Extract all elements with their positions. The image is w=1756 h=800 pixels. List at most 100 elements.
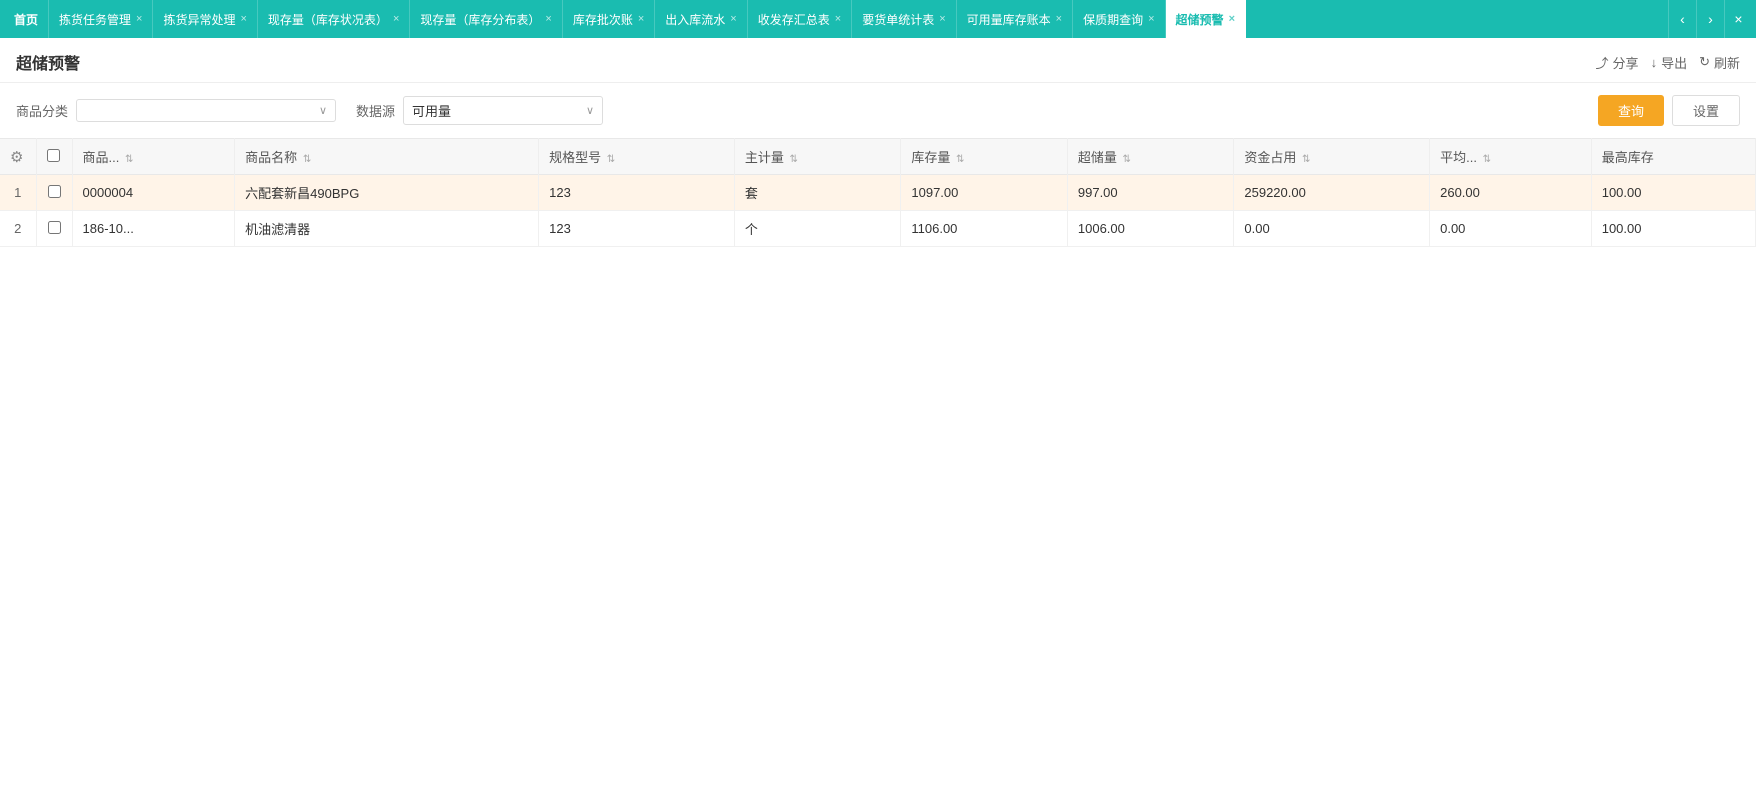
export-icon: ↓	[1651, 55, 1658, 70]
row-unit: 个	[734, 211, 901, 247]
close-tab-inout-flow-icon[interactable]: ×	[730, 13, 736, 25]
select-all-checkbox[interactable]	[47, 149, 60, 162]
th-product-name[interactable]: 商品名称 ⇅	[235, 139, 539, 175]
table-header-row: ⚙ 商品... ⇅ 商品名称 ⇅ 规格型号 ⇅	[0, 139, 1756, 175]
table-container: ⚙ 商品... ⇅ 商品名称 ⇅ 规格型号 ⇅	[0, 138, 1756, 247]
page-container: 超储预警 ⤴ 分享 ↓ 导出 ↻ 刷新 商品分类 ∨ 数据源	[0, 38, 1756, 800]
datasource-value: 可用量	[412, 101, 451, 120]
refresh-button[interactable]: ↻ 刷新	[1699, 53, 1740, 72]
th-overstock[interactable]: 超储量 ⇅	[1067, 139, 1234, 175]
sort-avg-icon: ⇅	[1483, 154, 1491, 165]
row-product-name: 机油滤清器	[235, 211, 539, 247]
sort-product-code-icon: ⇅	[125, 154, 133, 165]
nav-tab-order-stats[interactable]: 要货单统计表×	[852, 0, 956, 38]
row-checkbox-cell[interactable]	[36, 175, 72, 211]
nav-tab-quality-check[interactable]: 保质期查询×	[1073, 0, 1165, 38]
row-num: 2	[0, 211, 36, 247]
nav-tab-available-ledger[interactable]: 可用量库存账本×	[957, 0, 1073, 38]
row-capital: 0.00	[1234, 211, 1430, 247]
row-avg: 0.00	[1430, 211, 1592, 247]
category-chevron-icon: ∨	[319, 104, 327, 117]
row-product-code: 0000004	[72, 175, 235, 211]
nav-tab-batch[interactable]: 库存批次账×	[563, 0, 655, 38]
sort-stock-icon: ⇅	[956, 154, 964, 165]
row-avg: 260.00	[1430, 175, 1592, 211]
share-button[interactable]: ⤴ 分享	[1596, 53, 1639, 72]
refresh-label: 刷新	[1714, 53, 1740, 72]
category-label: 商品分类	[16, 101, 68, 120]
nav-tab-abnormal[interactable]: 拣货异常处理×	[153, 0, 257, 38]
nav-next-button[interactable]: ›	[1696, 0, 1724, 38]
datasource-chevron-icon: ∨	[586, 104, 594, 117]
th-capital[interactable]: 资金占用 ⇅	[1234, 139, 1430, 175]
sort-capital-icon: ⇅	[1302, 154, 1310, 165]
th-spec[interactable]: 规格型号 ⇅	[539, 139, 735, 175]
filter-bar: 商品分类 ∨ 数据源 可用量 ∨ 查询 设置	[0, 83, 1756, 138]
nav-tab-home[interactable]: 首页	[4, 0, 49, 38]
th-product-code[interactable]: 商品... ⇅	[72, 139, 235, 175]
share-icon: ⤴	[1596, 53, 1609, 72]
datasource-filter: 数据源 可用量 ∨	[356, 96, 603, 125]
close-tab-batch-icon[interactable]: ×	[638, 13, 644, 25]
table-row: 2 186-10... 机油滤清器 123 个 1106.00 1006.00 …	[0, 211, 1756, 247]
nav-tab-inventory-status[interactable]: 现存量（库存状况表）×	[258, 0, 410, 38]
sort-unit-icon: ⇅	[790, 154, 798, 165]
filter-actions: 查询 设置	[1598, 95, 1740, 126]
row-unit: 套	[734, 175, 901, 211]
row-max-stock: 100.00	[1591, 175, 1755, 211]
close-tab-abnormal-icon[interactable]: ×	[240, 13, 246, 25]
close-tab-inventory-status-icon[interactable]: ×	[393, 13, 399, 25]
row-num: 1	[0, 175, 36, 211]
export-button[interactable]: ↓ 导出	[1651, 53, 1688, 72]
row-spec: 123	[539, 211, 735, 247]
datasource-label: 数据源	[356, 101, 395, 120]
row-capital: 259220.00	[1234, 175, 1430, 211]
nav-tab-overstock-warn[interactable]: 超储预警×	[1166, 0, 1246, 38]
row-checkbox-cell[interactable]	[36, 211, 72, 247]
th-capital-label: 资金占用	[1244, 150, 1296, 165]
category-select[interactable]: ∨	[76, 99, 336, 122]
row-stock: 1097.00	[901, 175, 1068, 211]
close-tab-available-ledger-icon[interactable]: ×	[1056, 13, 1062, 25]
refresh-icon: ↻	[1699, 54, 1710, 70]
th-product-name-label: 商品名称	[245, 150, 297, 165]
datasource-select[interactable]: 可用量 ∨	[403, 96, 603, 125]
nav-tab-inventory-dist[interactable]: 现存量（库存分布表）×	[410, 0, 562, 38]
th-checkbox[interactable]	[36, 139, 72, 175]
close-tab-inventory-dist-icon[interactable]: ×	[545, 13, 551, 25]
close-tab-collect-summary-icon[interactable]: ×	[835, 13, 841, 25]
table-settings-icon[interactable]: ⚙	[10, 149, 23, 166]
query-button[interactable]: 查询	[1598, 95, 1664, 126]
close-tab-order-stats-icon[interactable]: ×	[939, 13, 945, 25]
row-checkbox[interactable]	[48, 221, 61, 234]
nav-arrows: ‹ › ×	[1668, 0, 1752, 38]
nav-tab-task-mgmt[interactable]: 拣货任务管理×	[49, 0, 153, 38]
th-avg[interactable]: 平均... ⇅	[1430, 139, 1592, 175]
overstock-table: ⚙ 商品... ⇅ 商品名称 ⇅ 规格型号 ⇅	[0, 138, 1756, 247]
th-avg-label: 平均...	[1440, 150, 1477, 165]
th-gear[interactable]: ⚙	[0, 139, 36, 175]
close-tab-quality-check-icon[interactable]: ×	[1148, 13, 1154, 25]
page-actions: ⤴ 分享 ↓ 导出 ↻ 刷新	[1596, 53, 1740, 72]
row-overstock: 1006.00	[1067, 211, 1234, 247]
nav-tab-collect-summary[interactable]: 收发存汇总表×	[748, 0, 852, 38]
th-product-code-label: 商品...	[83, 150, 120, 165]
close-tab-overstock-warn-icon[interactable]: ×	[1229, 13, 1235, 25]
th-stock-label: 库存量	[911, 150, 950, 165]
row-spec: 123	[539, 175, 735, 211]
nav-close-button[interactable]: ×	[1724, 0, 1752, 38]
nav-prev-button[interactable]: ‹	[1668, 0, 1696, 38]
th-stock[interactable]: 库存量 ⇅	[901, 139, 1068, 175]
nav-tab-inout-flow[interactable]: 出入库流水×	[655, 0, 747, 38]
row-product-code: 186-10...	[72, 211, 235, 247]
row-overstock: 997.00	[1067, 175, 1234, 211]
close-tab-task-mgmt-icon[interactable]: ×	[136, 13, 142, 25]
th-unit[interactable]: 主计量 ⇅	[734, 139, 901, 175]
th-unit-label: 主计量	[745, 150, 784, 165]
share-label: 分享	[1613, 53, 1639, 72]
row-checkbox[interactable]	[48, 185, 61, 198]
top-navigation: 首页拣货任务管理×拣货异常处理×现存量（库存状况表）×现存量（库存分布表）×库存…	[0, 0, 1756, 38]
th-max-stock[interactable]: 最高库存	[1591, 139, 1755, 175]
settings-button[interactable]: 设置	[1672, 95, 1740, 126]
table-row: 1 0000004 六配套新昌490BPG 123 套 1097.00 997.…	[0, 175, 1756, 211]
